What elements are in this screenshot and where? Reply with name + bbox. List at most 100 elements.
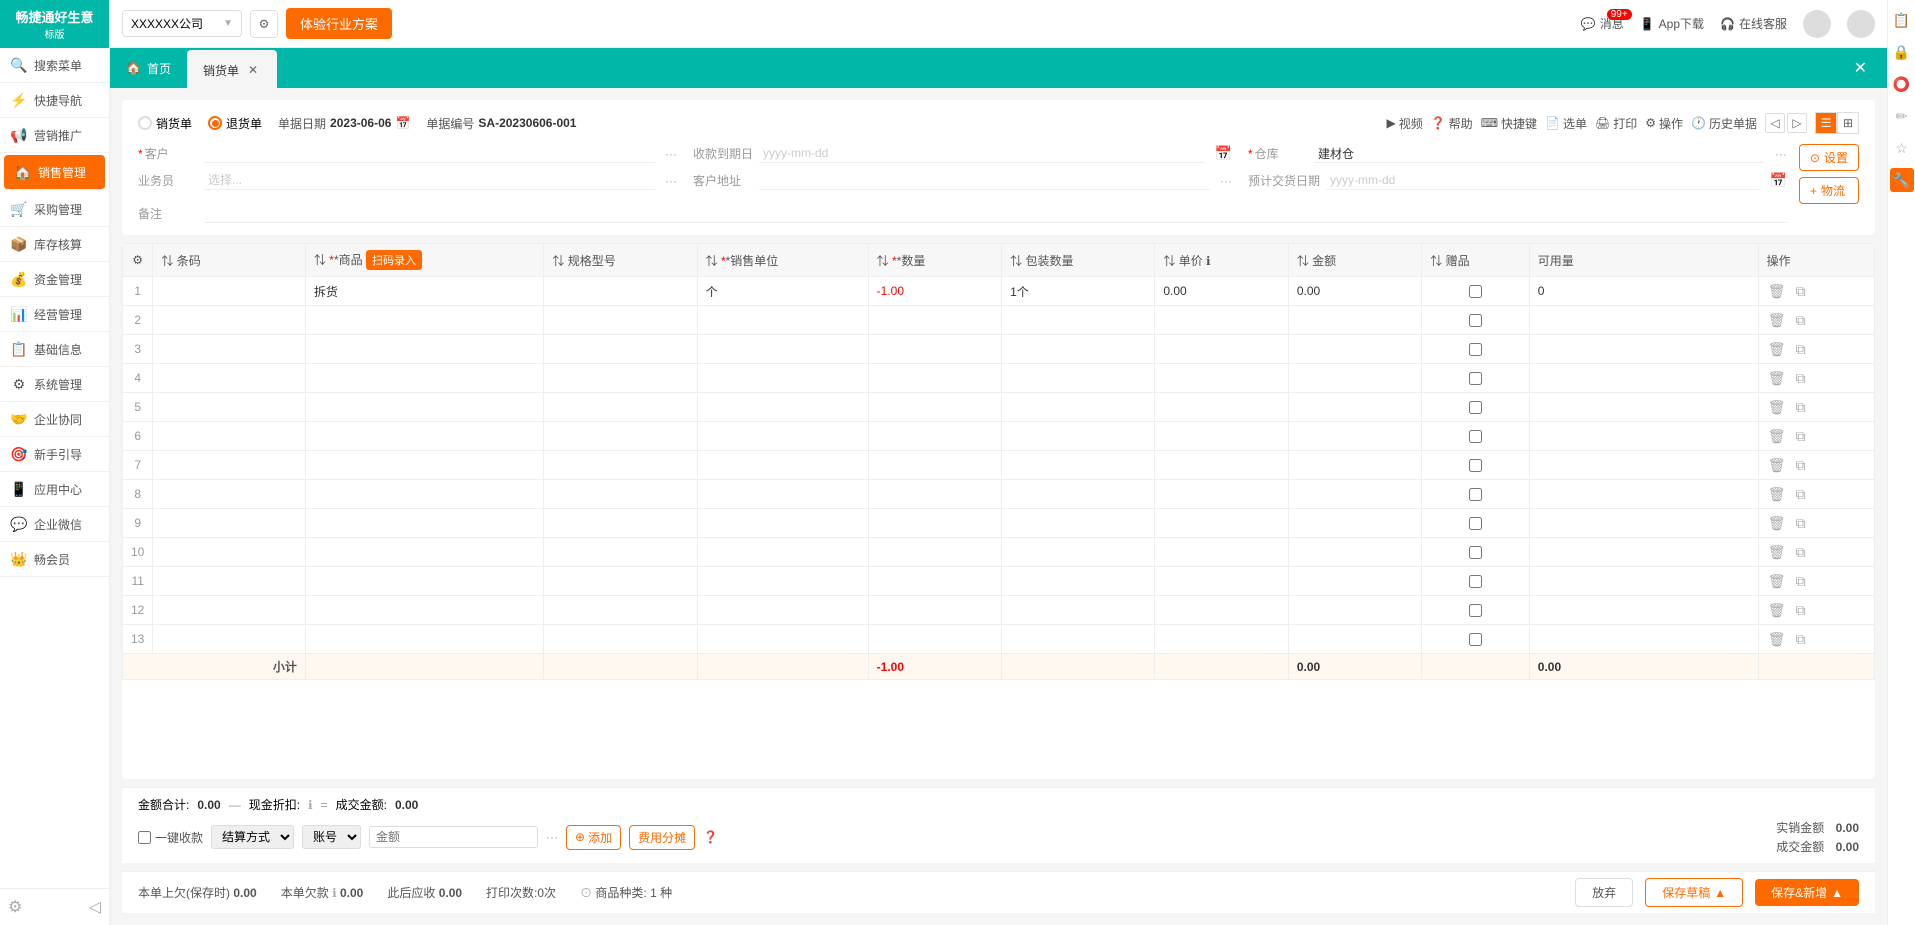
sidebar-item-basic[interactable]: 📋 基础信息 [0,332,109,367]
copy-icon[interactable]: ⧉ [1791,542,1811,562]
gift-checkbox[interactable] [1469,459,1482,472]
gift-checkbox[interactable] [1469,372,1482,385]
template-button[interactable]: 📄 选单 [1545,115,1587,132]
tab-sales-order[interactable]: 销货单 ✕ [187,50,277,90]
sidebar-item-enterprise[interactable]: 🤝 企业协同 [0,402,109,437]
copy-icon[interactable]: ⧉ [1791,310,1811,330]
experience-button[interactable]: 体验行业方案 [286,8,392,39]
sidebar-item-app[interactable]: 📱 应用中心 [0,472,109,507]
help-button[interactable]: ❓ 帮助 [1431,115,1473,132]
account-select[interactable]: 账号 [302,825,361,849]
salesperson-dots-icon[interactable]: ··· [665,174,677,188]
copy-icon[interactable]: ⧉ [1791,629,1811,649]
topbar-settings-button[interactable]: ⚙ [250,10,278,38]
copy-icon[interactable]: ⧉ [1791,339,1811,359]
sidebar-item-member[interactable]: 👑 畅会员 [0,542,109,577]
gift-checkbox[interactable] [1469,546,1482,559]
delete-icon[interactable]: 🗑 [1767,426,1787,446]
gift-checkbox[interactable] [1469,314,1482,327]
setting-button[interactable]: ⊙ 设置 [1799,144,1859,171]
delete-icon[interactable]: 🗑 [1767,571,1787,591]
barcode-cell[interactable] [153,277,306,306]
delivery-date-input[interactable] [1326,171,1760,190]
pack-qty-cell[interactable]: 1个 [1002,277,1155,306]
sidebar-item-wechat[interactable]: 💬 企业微信 [0,507,109,542]
unit-cell[interactable]: 个 [697,277,868,306]
app-download-button[interactable]: 📱 App下载 [1640,15,1704,32]
sidebar-item-search[interactable]: 🔍 搜索菜单 [0,48,109,83]
delete-icon[interactable]: 🗑 [1767,455,1787,475]
print-button[interactable]: 🖨 打印 [1595,115,1637,132]
fee-split-button[interactable]: 费用分摊 [629,825,695,850]
delete-icon[interactable]: 🗑 [1767,339,1787,359]
sidebar-item-marketing[interactable]: 📢 营销推广 [0,118,109,153]
payment-date-input[interactable] [759,144,1205,163]
rp-lock-icon[interactable]: 🔒 [1890,40,1914,64]
message-button[interactable]: 💬 消息 99+ [1581,15,1624,32]
gift-checkbox[interactable] [1469,633,1482,646]
sidebar-item-inventory[interactable]: 📦 库存核算 [0,227,109,262]
history-button[interactable]: 🕐 历史单据 [1691,115,1757,132]
sidebar-item-sales[interactable]: 🏠 销售管理 [4,155,105,190]
delete-icon[interactable]: 🗑 [1767,281,1787,301]
online-service-button[interactable]: 🎧 在线客服 [1720,15,1787,32]
delete-icon[interactable]: 🗑 [1767,600,1787,620]
customer-dots-icon[interactable]: ··· [665,147,677,161]
gift-cell[interactable] [1422,277,1529,306]
settlement-select[interactable]: 结算方式 [211,825,294,849]
copy-icon[interactable]: ⧉ [1791,484,1811,504]
grid-view-button[interactable]: ⊞ [1837,112,1859,134]
copy-icon[interactable]: ⧉ [1791,426,1811,446]
copy-icon[interactable]: ⧉ [1791,397,1811,417]
delete-icon[interactable]: 🗑 [1767,484,1787,504]
avatar[interactable] [1803,10,1831,38]
settings-icon[interactable]: ⚙ [8,897,22,917]
sidebar-item-guide[interactable]: 🎯 新手引导 [0,437,109,472]
customer-address-dots-icon[interactable]: ··· [1220,174,1232,188]
gift-checkbox[interactable] [1469,285,1482,298]
collapse-icon[interactable]: ◁ [89,897,101,917]
sidebar-item-capital[interactable]: 💰 资金管理 [0,262,109,297]
warehouse-input[interactable] [1314,144,1765,163]
rp-note-icon[interactable]: 📋 [1890,8,1914,32]
copy-icon[interactable]: ⧉ [1791,281,1811,301]
rp-star-icon[interactable]: ☆ [1890,136,1914,160]
radio-sales[interactable]: 销货单 [138,115,192,132]
scan-button[interactable]: 扫码录入 [366,250,422,270]
rp-circle-icon[interactable]: ⭕ [1890,72,1914,96]
save-draft-button[interactable]: 保存草稿 ▲ [1645,878,1743,907]
prev-arrow[interactable]: ◁ [1765,113,1785,133]
delete-icon[interactable]: 🗑 [1767,310,1787,330]
gift-checkbox[interactable] [1469,604,1482,617]
delete-icon[interactable]: 🗑 [1767,513,1787,533]
customer-input[interactable] [204,144,655,163]
gift-checkbox[interactable] [1469,343,1482,356]
video-button[interactable]: ▶ 视频 [1386,115,1422,132]
save-new-button[interactable]: 保存&新增 ▲ [1755,879,1859,906]
company-selector[interactable]: XXXXXX公司 ▼ [122,10,242,37]
copy-icon[interactable]: ⧉ [1791,513,1811,533]
one-click-checkbox[interactable] [138,831,151,844]
tab-close-icon[interactable]: ✕ [245,62,261,78]
qty-cell[interactable]: -1.00 [868,277,1001,306]
operation-button[interactable]: ⚙ 操作 [1645,115,1683,132]
delete-icon[interactable]: 🗑 [1767,368,1787,388]
gift-checkbox[interactable] [1469,401,1482,414]
spec-cell[interactable] [544,277,697,306]
add-button[interactable]: ⊕ 添加 [566,825,621,850]
delete-icon[interactable]: 🗑 [1767,542,1787,562]
copy-icon[interactable]: ⧉ [1791,600,1811,620]
gift-checkbox[interactable] [1469,488,1482,501]
sidebar-item-purchase[interactable]: 🛒 采购管理 [0,192,109,227]
date-calendar-icon[interactable]: 📅 [395,116,410,130]
copy-icon[interactable]: ⧉ [1791,368,1811,388]
window-close-icon[interactable]: ✕ [1842,58,1879,78]
sidebar-item-system[interactable]: ⚙ 系统管理 [0,367,109,402]
salesperson-input[interactable] [204,171,655,190]
delete-icon[interactable]: 🗑 [1767,397,1787,417]
copy-icon[interactable]: ⧉ [1791,571,1811,591]
one-click-pay[interactable]: 一键收款 [138,829,203,846]
list-view-button[interactable]: ☰ [1815,112,1837,134]
rp-edit-icon[interactable]: ✏ [1890,104,1914,128]
gift-checkbox[interactable] [1469,430,1482,443]
